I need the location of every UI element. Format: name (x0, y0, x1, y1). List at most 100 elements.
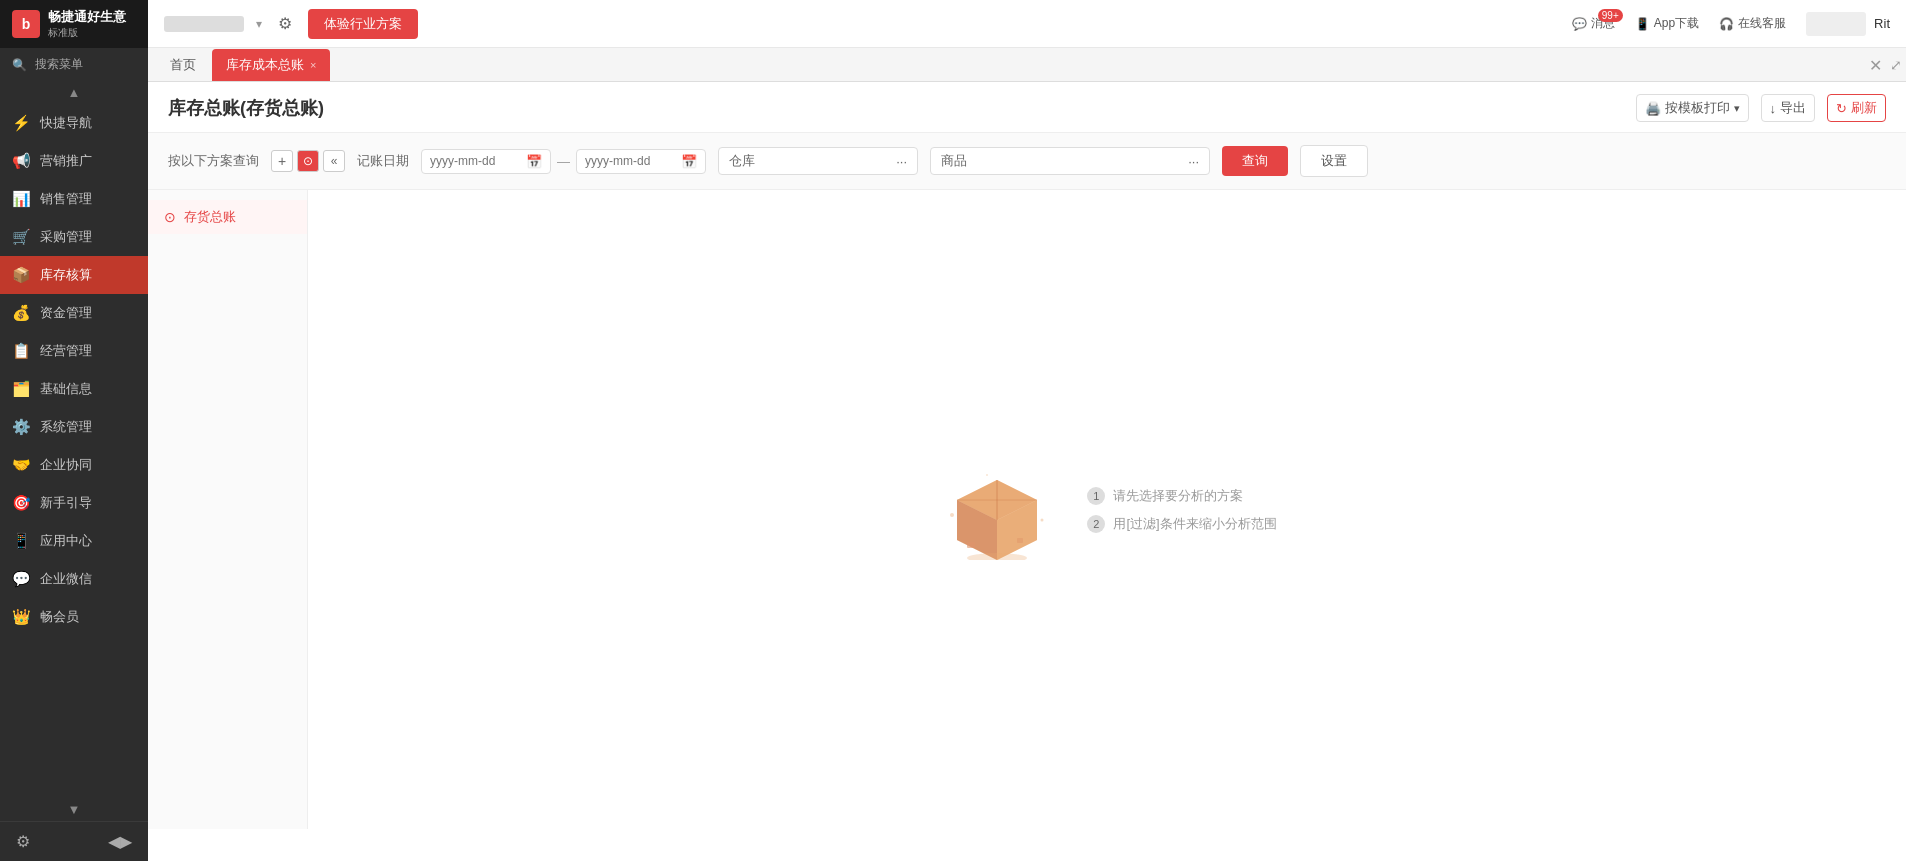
export-btn[interactable]: ↓ 导出 (1761, 94, 1816, 122)
svg-point-11 (986, 474, 988, 476)
sidebar-item-wechat[interactable]: 💬 企业微信 (0, 560, 148, 598)
query-btn[interactable]: 查询 (1222, 146, 1288, 176)
user-area[interactable]: Rit (1806, 12, 1890, 36)
breadcrumb (164, 16, 244, 32)
scheme-item-active[interactable]: ⊙ 存货总账 (148, 200, 307, 234)
calendar-start-icon[interactable]: 📅 (526, 154, 542, 169)
app-download-label: App下载 (1654, 15, 1699, 32)
filter-toggle-btn[interactable]: ⊙ (297, 150, 319, 172)
empty-content: 1 请先选择要分析的方案 2 用[过滤]条件来缩小分析范围 (937, 460, 1276, 560)
sidebar-item-marketing[interactable]: 📢 营销推广 (0, 142, 148, 180)
logo-main: 畅捷通好生意 (48, 9, 126, 26)
message-badge: 99+ (1598, 9, 1623, 22)
filter-add-btn[interactable]: + (271, 150, 293, 172)
export-label: 导出 (1780, 99, 1806, 117)
app-download-btn[interactable]: 📱 App下载 (1635, 15, 1699, 32)
svg-rect-7 (967, 542, 975, 548)
filter-section-label: 按以下方案查询 (168, 152, 259, 170)
page-actions: 🖨️ 按模板打印 ▾ ↓ 导出 ↻ 刷新 (1636, 94, 1887, 122)
sidebar-item-member[interactable]: 👑 畅会员 (0, 598, 148, 636)
panel-close-btn[interactable]: ✕ (1869, 48, 1882, 82)
svg-rect-8 (1017, 538, 1023, 543)
page-header: 库存总账(存货总账) 🖨️ 按模板打印 ▾ ↓ 导出 ↻ 刷新 (148, 82, 1906, 133)
collapse-footer-icon[interactable]: ◀▶ (108, 832, 132, 851)
sidebar-item-finance[interactable]: 💰 资金管理 (0, 294, 148, 332)
message-icon: 💬 (1572, 17, 1587, 31)
wechat-icon: 💬 (12, 570, 30, 588)
sidebar-item-label: 销售管理 (40, 190, 92, 208)
warehouse-filter[interactable]: 仓库 ··· (718, 147, 918, 175)
user-name: Rit (1874, 16, 1890, 31)
warehouse-more-icon[interactable]: ··· (896, 154, 907, 169)
refresh-btn[interactable]: ↻ 刷新 (1827, 94, 1886, 122)
hint-text-1: 请先选择要分析的方案 (1113, 487, 1243, 505)
export-icon: ↓ (1770, 101, 1777, 116)
sidebar-item-enterprise[interactable]: 🤝 企业协同 (0, 446, 148, 484)
search-menu[interactable]: 🔍 搜索菜单 (0, 48, 148, 81)
sidebar-item-label: 基础信息 (40, 380, 92, 398)
empty-hint-1: 1 请先选择要分析的方案 (1087, 487, 1276, 505)
purchase-icon: 🛒 (12, 228, 30, 246)
date-end-field[interactable] (585, 154, 675, 168)
panel-expand-btn[interactable]: ⤢ (1890, 48, 1902, 82)
inventory-icon: 📦 (12, 266, 30, 284)
page-title: 库存总账(存货总账) (168, 96, 324, 120)
print-dropdown-icon[interactable]: ▾ (1734, 102, 1740, 115)
calendar-end-icon[interactable]: 📅 (681, 154, 697, 169)
tab-close-icon[interactable]: × (310, 59, 316, 71)
operation-icon: 📋 (12, 342, 30, 360)
date-start-input[interactable]: 📅 (421, 149, 551, 174)
scheme-item-label: 存货总账 (184, 208, 236, 226)
main-content: ▾ ⚙ 体验行业方案 💬 消息 99+ 📱 App下载 🎧 在线客服 Rit (148, 0, 1906, 861)
expand-icon[interactable]: ⤢ (1890, 57, 1902, 73)
date-end-input[interactable]: 📅 (576, 149, 706, 174)
app-center-icon: 📱 (12, 532, 30, 550)
settings-footer-icon[interactable]: ⚙ (16, 832, 30, 851)
sidebar-item-basic-info[interactable]: 🗂️ 基础信息 (0, 370, 148, 408)
scroll-down-btn[interactable]: ▼ (0, 798, 148, 821)
settings-btn[interactable]: 设置 (1300, 145, 1368, 177)
tab-inventory-ledger[interactable]: 库存成本总账 × (212, 49, 330, 81)
logo-area: b 畅捷通好生意 标准版 (0, 0, 148, 48)
scheme-panel: ⊙ 存货总账 (148, 190, 1906, 829)
date-separator: — (557, 154, 570, 169)
hint-num-2: 2 (1087, 515, 1105, 533)
tabbar: 首页 库存成本总账 × ✕ ⤢ (148, 48, 1906, 82)
sidebar-item-purchase[interactable]: 🛒 采购管理 (0, 218, 148, 256)
empty-state: 1 请先选择要分析的方案 2 用[过滤]条件来缩小分析范围 (308, 190, 1906, 829)
filter-btn-group: + ⊙ « (271, 150, 345, 172)
product-more-icon[interactable]: ··· (1188, 154, 1199, 169)
sidebar-item-quick-nav[interactable]: ⚡ 快捷导航 (0, 104, 148, 142)
sidebar-item-operation[interactable]: 📋 经营管理 (0, 332, 148, 370)
scroll-up-btn[interactable]: ▲ (0, 81, 148, 104)
system-icon: ⚙️ (12, 418, 30, 436)
print-btn[interactable]: 🖨️ 按模板打印 ▾ (1636, 94, 1749, 122)
logo-icon: b (12, 10, 40, 38)
gear-icon[interactable]: ⚙ (274, 10, 296, 37)
sales-icon: 📊 (12, 190, 30, 208)
product-filter[interactable]: 商品 ··· (930, 147, 1210, 175)
sidebar-item-sales[interactable]: 📊 销售管理 (0, 180, 148, 218)
sidebar-item-app-center[interactable]: 📱 应用中心 (0, 522, 148, 560)
marketing-icon: 📢 (12, 152, 30, 170)
search-icon: 🔍 (12, 58, 27, 72)
date-start-field[interactable] (430, 154, 520, 168)
tab-home-label: 首页 (170, 56, 196, 74)
sidebar-item-inventory[interactable]: 📦 库存核算 (0, 256, 148, 294)
topbar-left: ▾ ⚙ 体验行业方案 (164, 9, 418, 39)
tab-home[interactable]: 首页 (156, 49, 210, 81)
industry-btn[interactable]: 体验行业方案 (308, 9, 418, 39)
message-btn[interactable]: 💬 消息 99+ (1572, 15, 1615, 32)
chevron-down-icon[interactable]: ▾ (256, 17, 262, 31)
online-service-btn[interactable]: 🎧 在线客服 (1719, 15, 1786, 32)
quick-nav-icon: ⚡ (12, 114, 30, 132)
online-service-icon: 🎧 (1719, 17, 1734, 31)
sidebar-item-system[interactable]: ⚙️ 系统管理 (0, 408, 148, 446)
sidebar-item-label: 企业协同 (40, 456, 92, 474)
topbar-right: 💬 消息 99+ 📱 App下载 🎧 在线客服 Rit (1572, 12, 1890, 36)
filter-collapse-btn[interactable]: « (323, 150, 345, 172)
refresh-icon: ↻ (1836, 101, 1847, 116)
sidebar-item-new-guide[interactable]: 🎯 新手引导 (0, 484, 148, 522)
finance-icon: 💰 (12, 304, 30, 322)
svg-point-9 (950, 513, 954, 517)
